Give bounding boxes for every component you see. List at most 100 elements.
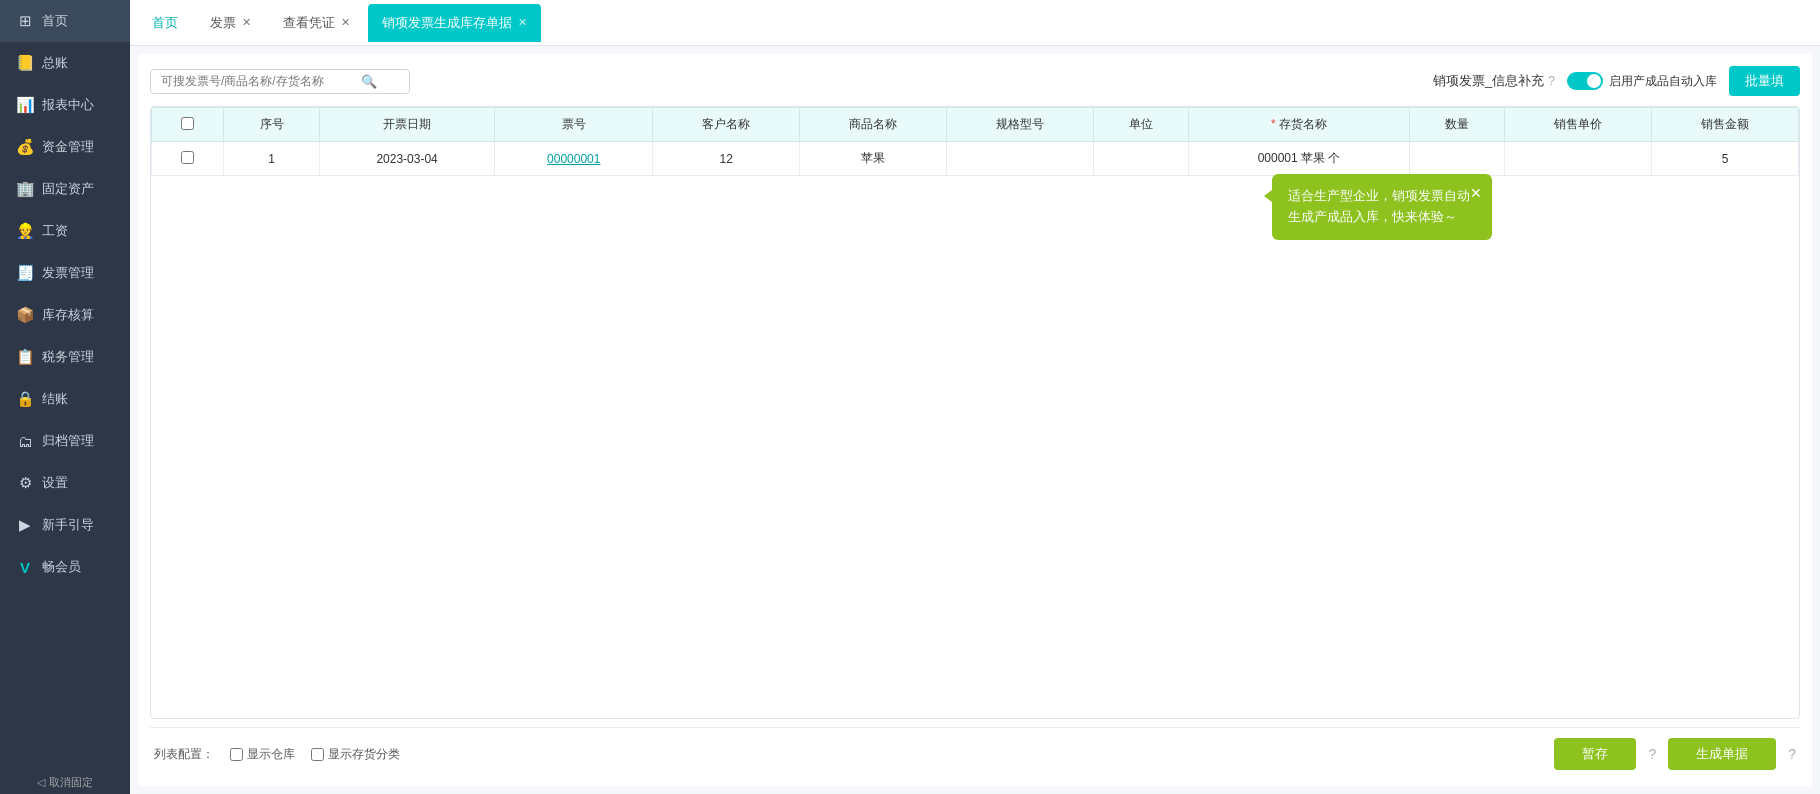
- sidebar-item-guide[interactable]: ▶ 新手引导: [0, 504, 130, 546]
- guide-icon: ▶: [16, 516, 34, 534]
- home-icon: ⊞: [16, 12, 34, 30]
- footer-left: 列表配置： 显示仓库 显示存货分类: [154, 746, 400, 763]
- info-help-icon[interactable]: ?: [1548, 74, 1555, 88]
- show-warehouse-label[interactable]: 显示仓库: [230, 746, 295, 763]
- closing-icon: 🔒: [16, 390, 34, 408]
- table-header-row: 序号 开票日期 票号 客户名称 商品名称 规格型号 单位 * 存货名称 数量 销…: [152, 108, 1799, 142]
- col-amount: 销售金额: [1652, 108, 1799, 142]
- sidebar-item-assets[interactable]: 🏢 固定资产: [0, 168, 130, 210]
- info-label-text: 销项发票_信息补充: [1433, 72, 1544, 90]
- tooltip-popup: ✕ 适合生产型企业，销项发票自动生成产成品入库，快来体验～: [1272, 174, 1492, 240]
- inventory-icon: 📦: [16, 306, 34, 324]
- col-seq: 序号: [224, 108, 320, 142]
- sidebar-item-invoice[interactable]: 🧾 发票管理: [0, 252, 130, 294]
- row-checkbox: [152, 142, 224, 176]
- col-goods: 商品名称: [800, 108, 947, 142]
- tab-credit-invoice-close[interactable]: ✕: [518, 16, 527, 29]
- vip-icon: V: [16, 559, 34, 576]
- row-select-checkbox[interactable]: [181, 151, 194, 164]
- col-unit: 单位: [1093, 108, 1189, 142]
- sidebar-item-label: 税务管理: [42, 348, 94, 366]
- toggle-label: 启用产成品自动入库: [1609, 73, 1717, 90]
- sidebar-item-tax[interactable]: 📋 税务管理: [0, 336, 130, 378]
- footer-right: 暂存 ? 生成单据 ?: [1554, 738, 1796, 770]
- sidebar-item-fund[interactable]: 💰 资金管理: [0, 126, 130, 168]
- row-unit-price: [1505, 142, 1652, 176]
- sidebar: ⊞ 首页 📒 总账 📊 报表中心 💰 资金管理 🏢 固定资产 👷 工资 🧾 发票…: [0, 0, 130, 794]
- sidebar-item-vip[interactable]: V 畅会员: [0, 546, 130, 588]
- tab-voucher-close[interactable]: ✕: [341, 16, 350, 29]
- row-number[interactable]: 00000001: [495, 142, 653, 176]
- row-spec: [946, 142, 1093, 176]
- archive-icon: 🗂: [16, 433, 34, 450]
- invoice-icon: 🧾: [16, 264, 34, 282]
- row-inventory: 000001 苹果 个: [1189, 142, 1410, 176]
- col-checkbox: [152, 108, 224, 142]
- sidebar-item-inventory[interactable]: 📦 库存核算: [0, 294, 130, 336]
- tab-home-label: 首页: [152, 14, 178, 32]
- save-button[interactable]: 暂存: [1554, 738, 1636, 770]
- sidebar-item-settings[interactable]: ⚙ 设置: [0, 462, 130, 504]
- tab-invoice[interactable]: 发票 ✕: [196, 4, 265, 42]
- tab-invoice-label: 发票: [210, 14, 236, 32]
- unpin-button[interactable]: ◁ 取消固定: [0, 771, 130, 794]
- settings-icon: ⚙: [16, 474, 34, 492]
- sidebar-item-home[interactable]: ⊞ 首页: [0, 0, 130, 42]
- sidebar-item-label: 新手引导: [42, 516, 94, 534]
- sidebar-item-label: 设置: [42, 474, 68, 492]
- tab-credit-invoice[interactable]: 销项发票生成库存单据 ✕: [368, 4, 541, 42]
- sidebar-item-label: 发票管理: [42, 264, 94, 282]
- auto-import-toggle[interactable]: [1567, 72, 1603, 90]
- tab-voucher[interactable]: 查看凭证 ✕: [269, 4, 364, 42]
- info-label: 销项发票_信息补充 ?: [1433, 72, 1555, 90]
- show-inventory-category-label[interactable]: 显示存货分类: [311, 746, 400, 763]
- generate-button[interactable]: 生成单据: [1668, 738, 1776, 770]
- page-content: 🔍 销项发票_信息补充 ? 启用产成品自动入库 批量填: [138, 54, 1812, 786]
- tab-invoice-close[interactable]: ✕: [242, 16, 251, 29]
- sidebar-item-label: 资金管理: [42, 138, 94, 156]
- col-date: 开票日期: [319, 108, 494, 142]
- search-icon: 🔍: [361, 74, 377, 89]
- tab-home[interactable]: 首页: [138, 4, 192, 42]
- sidebar-item-reports[interactable]: 📊 报表中心: [0, 84, 130, 126]
- list-config-label: 列表配置：: [154, 746, 214, 763]
- generate-help-icon[interactable]: ?: [1788, 746, 1796, 762]
- sidebar-item-label: 总账: [42, 54, 68, 72]
- row-seq: 1: [224, 142, 320, 176]
- row-date: 2023-03-04: [319, 142, 494, 176]
- labor-icon: 👷: [16, 222, 34, 240]
- sidebar-item-archive[interactable]: 🗂 归档管理: [0, 420, 130, 462]
- col-unit-price: 销售单价: [1505, 108, 1652, 142]
- assets-icon: 🏢: [16, 180, 34, 198]
- search-box[interactable]: 🔍: [150, 69, 410, 94]
- table-row: 1 2023-03-04 00000001 12 苹果 000001 苹果 个 …: [152, 142, 1799, 176]
- sidebar-item-ledger[interactable]: 📒 总账: [0, 42, 130, 84]
- col-customer: 客户名称: [653, 108, 800, 142]
- sidebar-item-label: 畅会员: [42, 558, 81, 576]
- col-qty: 数量: [1409, 108, 1505, 142]
- row-customer: 12: [653, 142, 800, 176]
- batch-fill-button[interactable]: 批量填: [1729, 66, 1800, 96]
- sidebar-item-label: 报表中心: [42, 96, 94, 114]
- show-inventory-category-checkbox[interactable]: [311, 748, 324, 761]
- sidebar-item-label: 固定资产: [42, 180, 94, 198]
- select-all-checkbox[interactable]: [181, 117, 194, 130]
- tooltip-close-button[interactable]: ✕: [1470, 182, 1482, 204]
- sidebar-item-labor[interactable]: 👷 工资: [0, 210, 130, 252]
- sidebar-item-label: 工资: [42, 222, 68, 240]
- search-input[interactable]: [161, 74, 361, 88]
- show-warehouse-checkbox[interactable]: [230, 748, 243, 761]
- save-help-icon[interactable]: ?: [1648, 746, 1656, 762]
- sidebar-item-label: 归档管理: [42, 432, 94, 450]
- row-qty: [1409, 142, 1505, 176]
- tooltip-text: 适合生产型企业，销项发票自动生成产成品入库，快来体验～: [1288, 188, 1470, 224]
- col-number: 票号: [495, 108, 653, 142]
- footer: 列表配置： 显示仓库 显示存货分类 暂存 ? 生成单据 ?: [150, 727, 1800, 774]
- reports-icon: 📊: [16, 96, 34, 114]
- unpin-icon: ◁: [37, 776, 45, 789]
- unpin-label: 取消固定: [49, 775, 93, 790]
- tab-bar: 首页 发票 ✕ 查看凭证 ✕ 销项发票生成库存单据 ✕: [130, 0, 1820, 46]
- row-amount: 5: [1652, 142, 1799, 176]
- sidebar-item-label: 结账: [42, 390, 68, 408]
- sidebar-item-closing[interactable]: 🔒 结账: [0, 378, 130, 420]
